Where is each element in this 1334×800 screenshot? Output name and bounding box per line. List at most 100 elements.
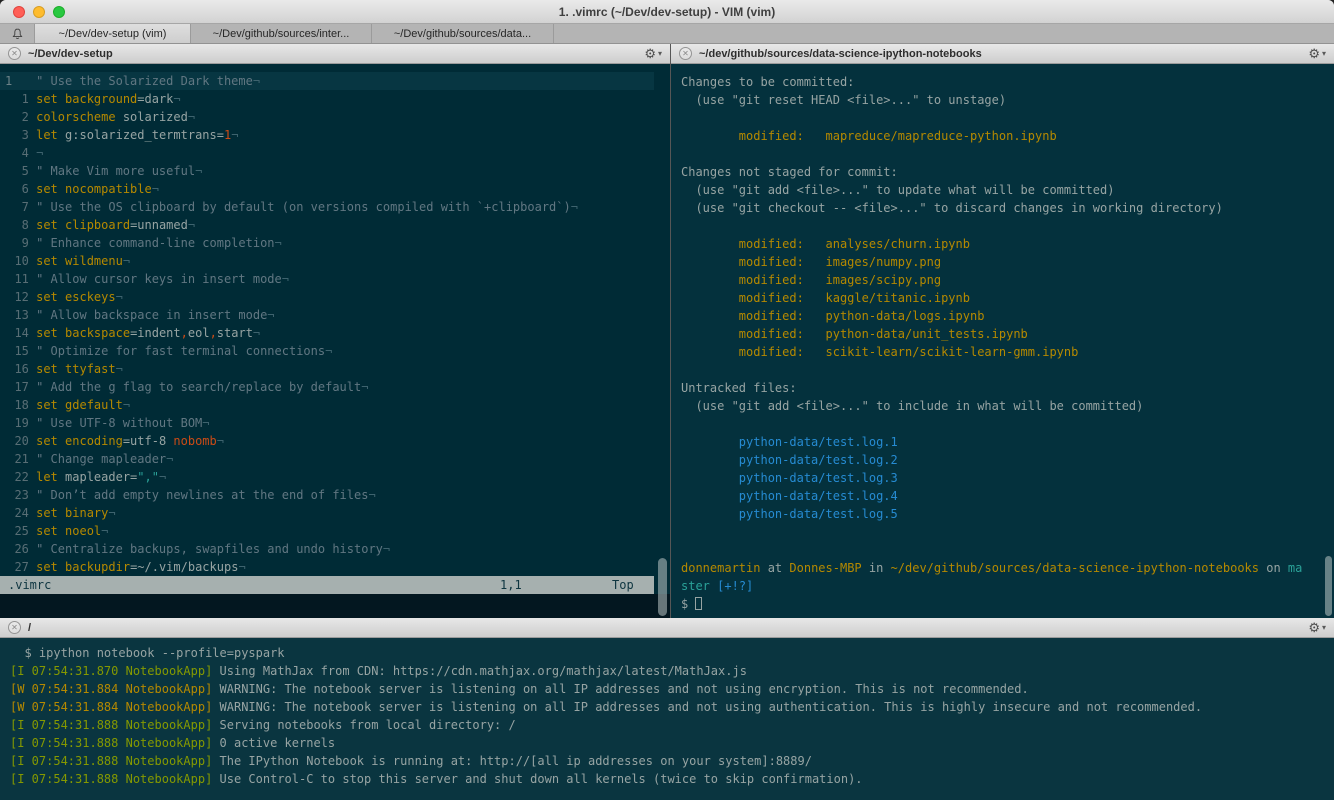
gear-icon: ⚙: [1308, 47, 1320, 60]
text-segment: set: [36, 524, 58, 538]
text-segment: let: [36, 470, 58, 484]
git-pane-header[interactable]: ✕ ~/dev/github/sources/data-science-ipyt…: [671, 44, 1334, 64]
text-segment: at: [760, 561, 789, 575]
vim-editor[interactable]: 1" Use the Solarized Dark theme¬1set bac…: [0, 64, 670, 618]
terminal-line: ster [+!?]: [681, 577, 1324, 595]
vim-line: 5" Make Vim more useful¬: [0, 162, 654, 180]
pane-menu-button[interactable]: ⚙ ▾: [644, 47, 662, 60]
text-segment: " Use the OS clipboard by default (on ve…: [36, 200, 571, 214]
shell-pane-header[interactable]: ✕ / ⚙ ▾: [0, 618, 1334, 638]
line-number: 19: [0, 414, 29, 432]
close-window-button[interactable]: [13, 6, 25, 18]
text-segment: (use "git reset HEAD <file>..." to unsta…: [681, 93, 1006, 107]
vim-line: 3let g:solarized_termtrans=1¬: [0, 126, 654, 144]
minimize-window-button[interactable]: [33, 6, 45, 18]
terminal-line: python-data/test.log.3: [681, 469, 1324, 487]
vim-pane-header[interactable]: ✕ ~/Dev/dev-setup ⚙ ▾: [0, 44, 670, 64]
tab-interactive-coding-challenges[interactable]: ~/Dev/github/sources/inter...: [191, 24, 372, 43]
text-segment: =unnamed: [130, 218, 188, 232]
vim-line: 2colorscheme solarized¬: [0, 108, 654, 126]
terminal-line: [681, 541, 1324, 559]
line-number: 24: [0, 504, 29, 522]
vim-line: 1" Use the Solarized Dark theme¬: [0, 72, 654, 90]
line-number: 23: [0, 486, 29, 504]
text-segment: [58, 218, 65, 232]
text-segment: ¬: [108, 506, 115, 520]
tab-label: ~/Dev/github/sources/data...: [394, 28, 531, 40]
terminal-line: [681, 217, 1324, 235]
text-segment: [58, 524, 65, 538]
git-scrollbar-thumb[interactable]: [1325, 556, 1332, 616]
text-segment: ¬: [275, 236, 282, 250]
text-segment: ¬: [188, 110, 195, 124]
text-segment: ¬: [116, 290, 123, 304]
text-segment: ttyfast: [65, 362, 116, 376]
terminal-line: modified: images/scipy.png: [681, 271, 1324, 289]
text-segment: eol: [188, 326, 210, 340]
text-segment: =dark: [137, 92, 173, 106]
text-segment: ster: [681, 579, 710, 593]
notebook-log-output[interactable]: $ ipython notebook --profile=pyspark [I 0…: [0, 638, 1334, 800]
text-segment: set: [36, 290, 58, 304]
pane-menu-button[interactable]: ⚙ ▾: [1308, 47, 1326, 60]
text-segment: (use "git checkout -- <file>..." to disc…: [681, 201, 1223, 215]
terminal-line: $: [681, 595, 1324, 613]
text-segment: ¬: [325, 344, 332, 358]
terminal-line: [I 07:54:31.888 NotebookApp] The IPython…: [10, 752, 1324, 770]
window-titlebar[interactable]: 1. .vimrc (~/Dev/dev-setup) - VIM (vim): [0, 0, 1334, 24]
text-segment: wildmenu: [65, 254, 123, 268]
text-segment: =utf-8: [123, 434, 174, 448]
tab-data-science-notebooks[interactable]: ~/Dev/github/sources/data...: [372, 24, 554, 43]
text-segment: ",": [137, 470, 159, 484]
text-segment: (use "git add <file>..." to include in w…: [681, 399, 1143, 413]
text-segment: python-data/test.log.5: [681, 507, 898, 521]
vim-line: 13" Allow backspace in insert mode¬: [0, 306, 654, 324]
line-number: 17: [0, 378, 29, 396]
tab-dev-setup[interactable]: ~/Dev/dev-setup (vim): [34, 24, 191, 43]
text-segment: set: [36, 218, 58, 232]
pane-title: ~/dev/github/sources/data-science-ipytho…: [699, 48, 982, 60]
close-pane-icon[interactable]: ✕: [8, 47, 21, 60]
zoom-window-button[interactable]: [53, 6, 65, 18]
text-segment: " Enhance command-line completion: [36, 236, 274, 250]
text-segment: ¬: [188, 218, 195, 232]
vim-line: 22let mapleader=","¬: [0, 468, 654, 486]
text-segment: Use Control-C to stop this server and sh…: [212, 772, 862, 786]
close-pane-icon[interactable]: ✕: [679, 47, 692, 60]
text-segment: start: [217, 326, 253, 340]
text-segment: [I 07:54:31.888 NotebookApp]: [10, 736, 212, 750]
text-segment: binary: [65, 506, 108, 520]
line-number: 16: [0, 360, 29, 378]
vim-line: 21" Change mapleader¬: [0, 450, 654, 468]
line-number: 15: [0, 342, 29, 360]
git-terminal-output[interactable]: Changes to be committed: (use "git reset…: [671, 64, 1334, 618]
text-segment: 0 active kernels: [212, 736, 335, 750]
text-segment: [58, 398, 65, 412]
pane-menu-button[interactable]: ⚙ ▾: [1308, 621, 1326, 634]
text-segment: [58, 254, 65, 268]
text-segment: ¬: [202, 416, 209, 430]
line-number: 8: [0, 216, 29, 234]
terminal-line: (use "git checkout -- <file>..." to disc…: [681, 199, 1324, 217]
text-segment: [58, 560, 65, 574]
text-segment: ¬: [101, 524, 108, 538]
vim-buffer[interactable]: 1" Use the Solarized Dark theme¬1set bac…: [0, 64, 670, 576]
text-segment: ¬: [267, 308, 274, 322]
terminal-line: $ ipython notebook --profile=pyspark: [10, 644, 1324, 662]
line-number: 9: [0, 234, 29, 252]
text-segment: ¬: [231, 128, 238, 142]
text-segment: ¬: [217, 434, 224, 448]
vim-cursor-position: 1,1: [500, 576, 612, 594]
text-segment: set: [36, 506, 58, 520]
vim-pane-filler: [0, 594, 670, 618]
vim-line: 9 " Enhance command-line completion¬: [0, 234, 654, 252]
text-segment: ¬: [368, 488, 375, 502]
terminal-line: [681, 523, 1324, 541]
text-segment: python-data/test.log.1: [681, 435, 898, 449]
text-segment: set: [36, 326, 58, 340]
close-pane-icon[interactable]: ✕: [8, 621, 21, 634]
vim-scrollbar-thumb[interactable]: [658, 558, 667, 616]
text-segment: set: [36, 362, 58, 376]
terminal-line: (use "git add <file>..." to update what …: [681, 181, 1324, 199]
text-segment: ma: [1288, 561, 1302, 575]
